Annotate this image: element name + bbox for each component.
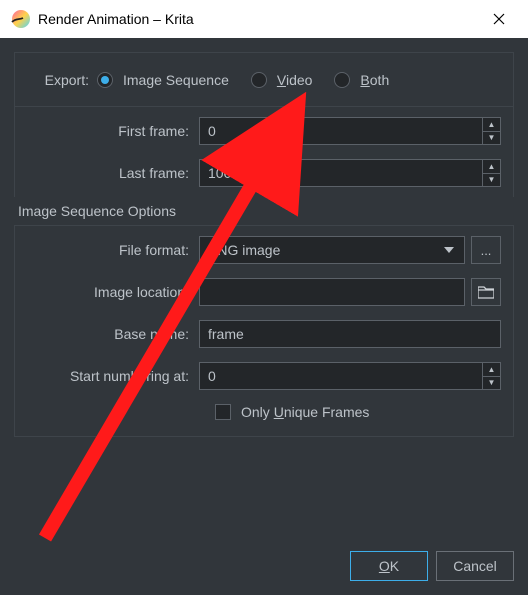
image-location-input[interactable]	[199, 278, 465, 306]
first-frame-label: First frame:	[27, 123, 199, 139]
file-format-options-button[interactable]: ...	[471, 236, 501, 264]
window-title: Render Animation – Krita	[38, 11, 194, 27]
radio-indicator-icon	[251, 72, 267, 88]
image-location-label: Image location:	[27, 284, 199, 300]
start-numbering-label: Start numbering at:	[27, 368, 199, 384]
close-icon	[493, 13, 505, 25]
ellipsis-icon: ...	[481, 243, 492, 258]
radio-video[interactable]: Video	[251, 72, 313, 88]
spin-buttons[interactable]: ▲ ▼	[482, 363, 500, 389]
start-numbering-input[interactable]: 0 ▲ ▼	[199, 362, 501, 390]
base-name-value: frame	[208, 326, 244, 342]
last-frame-value: 100	[208, 165, 231, 181]
file-format-label: File format:	[27, 242, 199, 258]
spin-up-icon[interactable]: ▲	[483, 118, 500, 132]
radio-label: Video	[277, 72, 313, 88]
first-frame-input[interactable]: 0 ▲ ▼	[199, 117, 501, 145]
only-unique-frames-label: Only Unique Frames	[241, 404, 369, 420]
browse-folder-button[interactable]	[471, 278, 501, 306]
spin-down-icon[interactable]: ▼	[483, 377, 500, 390]
spin-buttons[interactable]: ▲ ▼	[482, 160, 500, 186]
only-unique-frames-checkbox[interactable]	[215, 404, 231, 420]
export-type-row: Export: Image Sequence Video Both	[15, 53, 513, 107]
last-frame-label: Last frame:	[27, 165, 199, 181]
spin-up-icon[interactable]: ▲	[483, 160, 500, 174]
base-name-input[interactable]: frame	[199, 320, 501, 348]
spin-up-icon[interactable]: ▲	[483, 363, 500, 377]
start-numbering-value: 0	[208, 368, 216, 384]
radio-label: Image Sequence	[123, 72, 229, 88]
ok-label: OK	[379, 558, 399, 574]
ok-button[interactable]: OK	[350, 551, 428, 581]
radio-image-sequence[interactable]: Image Sequence	[97, 72, 229, 88]
last-frame-input[interactable]: 100 ▲ ▼	[199, 159, 501, 187]
base-name-label: Base name:	[27, 326, 199, 342]
file-format-value: PNG image	[208, 242, 280, 258]
first-frame-value: 0	[208, 123, 216, 139]
radio-label: Both	[360, 72, 389, 88]
section-header: Image Sequence Options	[12, 197, 528, 225]
titlebar: Render Animation – Krita	[0, 0, 528, 38]
spin-down-icon[interactable]: ▼	[483, 132, 500, 145]
chevron-down-icon	[444, 247, 454, 253]
app-icon	[10, 8, 32, 30]
cancel-button[interactable]: Cancel	[436, 551, 514, 581]
file-format-select[interactable]: PNG image	[199, 236, 465, 264]
window-close-button[interactable]	[476, 3, 522, 35]
radio-both[interactable]: Both	[334, 72, 389, 88]
radio-indicator-icon	[334, 72, 350, 88]
cancel-label: Cancel	[453, 558, 497, 574]
export-label: Export:	[27, 72, 89, 88]
folder-icon	[478, 285, 494, 299]
spin-down-icon[interactable]: ▼	[483, 174, 500, 187]
spin-buttons[interactable]: ▲ ▼	[482, 118, 500, 144]
radio-indicator-icon	[97, 72, 113, 88]
